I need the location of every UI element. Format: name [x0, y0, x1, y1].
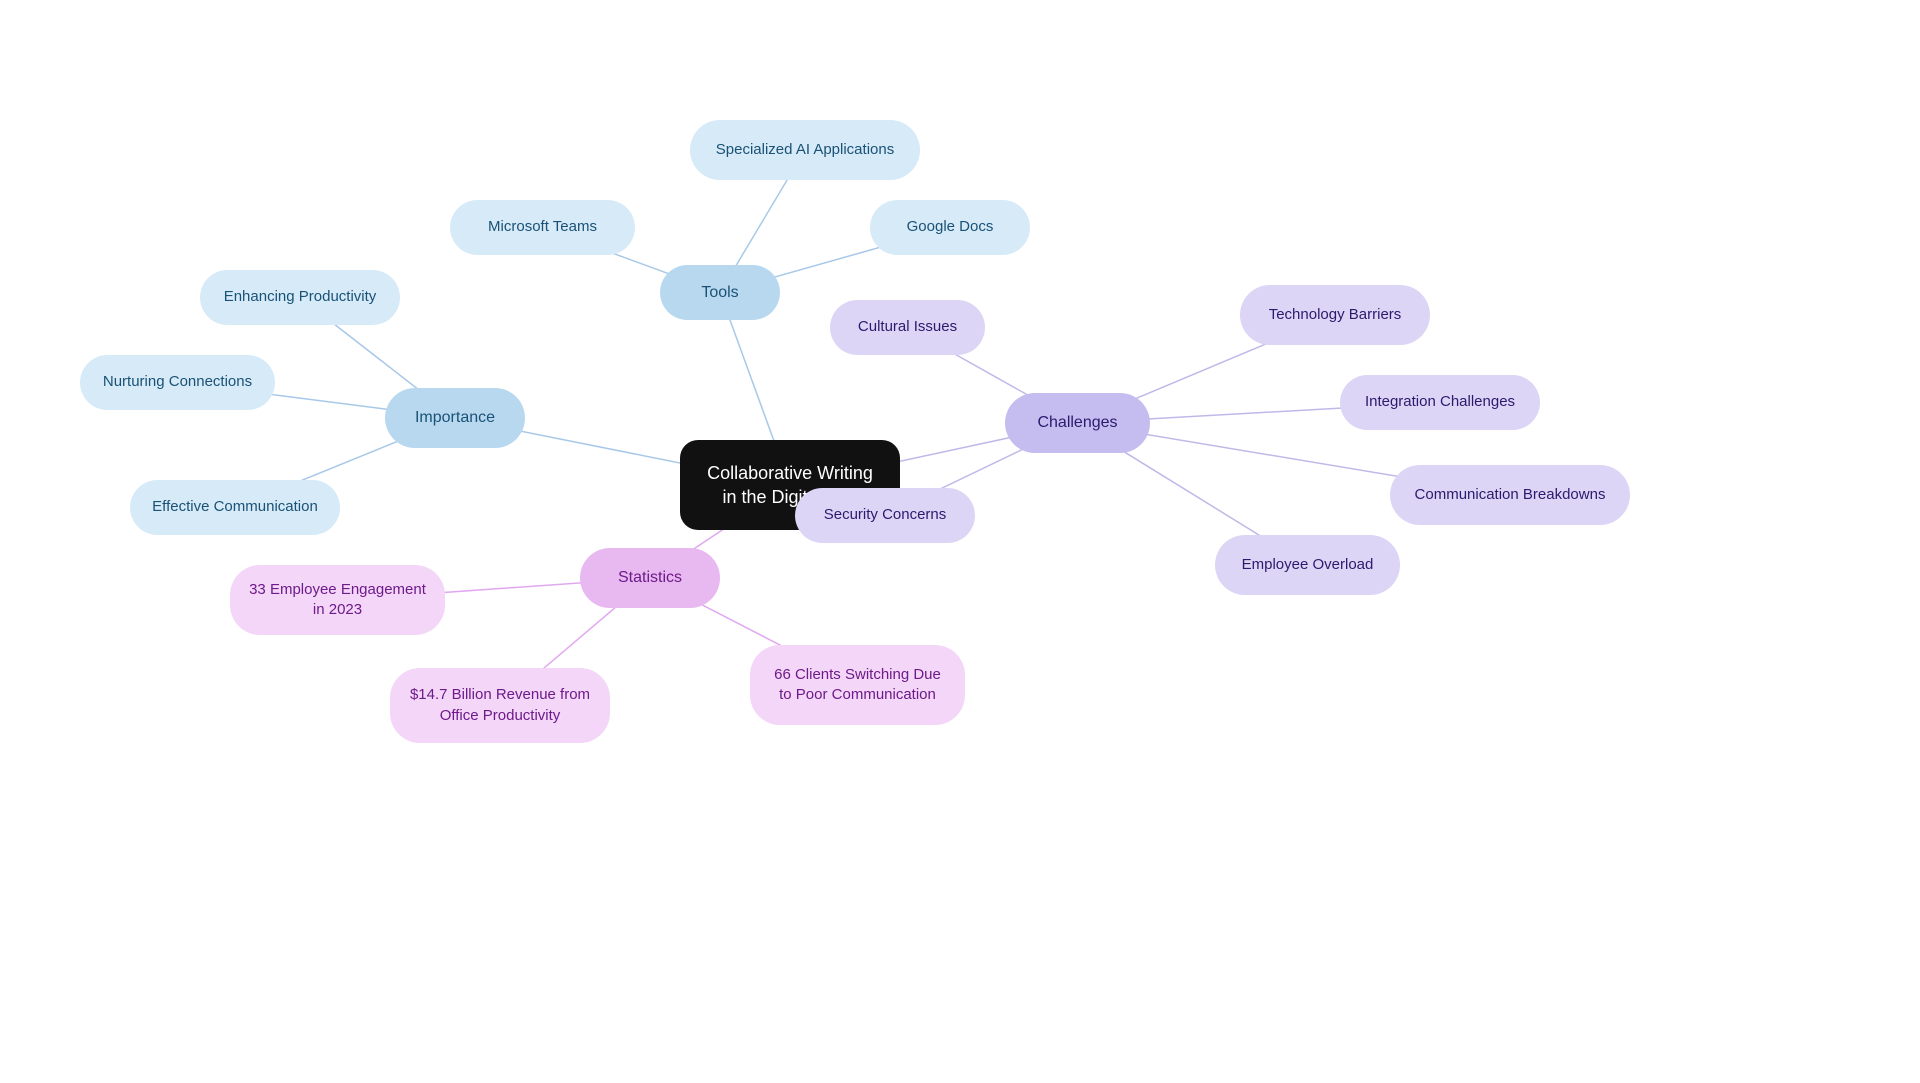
mind-map — [0, 0, 1920, 1083]
